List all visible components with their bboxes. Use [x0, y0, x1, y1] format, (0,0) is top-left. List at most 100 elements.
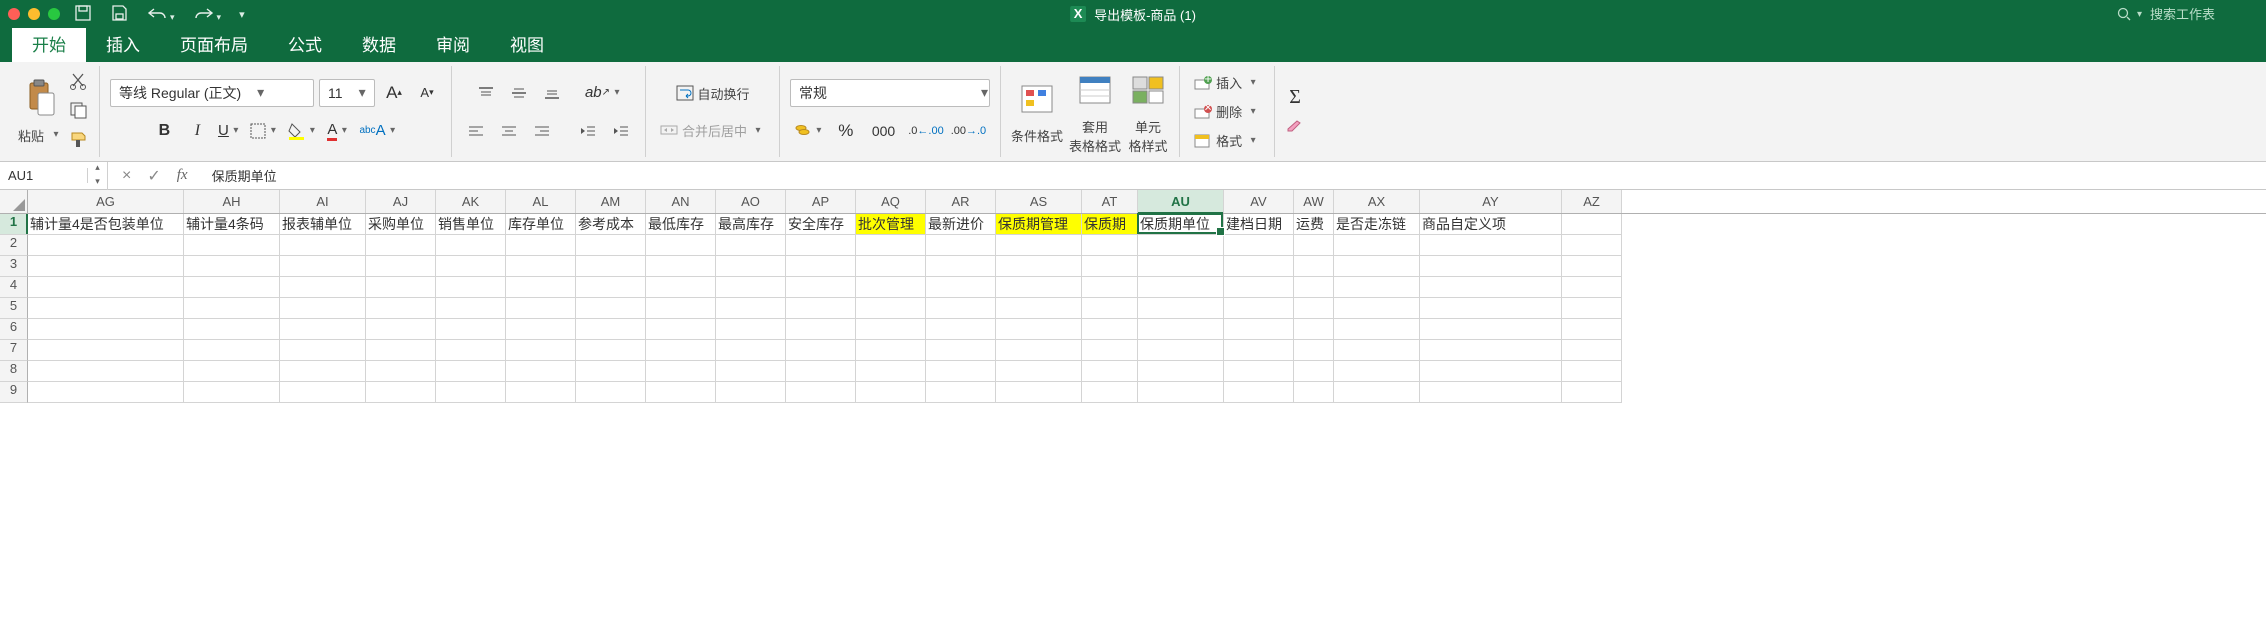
- cell-AR3[interactable]: [926, 256, 996, 277]
- align-middle-icon[interactable]: [505, 79, 533, 107]
- cell-AP9[interactable]: [786, 382, 856, 403]
- cell-AK3[interactable]: [436, 256, 506, 277]
- format-painter-icon[interactable]: [69, 130, 89, 151]
- row-header-4[interactable]: 4: [0, 277, 28, 298]
- cell-AX2[interactable]: [1334, 235, 1420, 256]
- cell-AX5[interactable]: [1334, 298, 1420, 319]
- column-header-AS[interactable]: AS: [996, 190, 1082, 213]
- column-header-AY[interactable]: AY: [1420, 190, 1562, 213]
- cell-AS8[interactable]: [996, 361, 1082, 382]
- cell-AR7[interactable]: [926, 340, 996, 361]
- cell-AS5[interactable]: [996, 298, 1082, 319]
- cancel-formula-icon[interactable]: ×: [122, 167, 131, 185]
- cell-AN9[interactable]: [646, 382, 716, 403]
- paste-dropdown-icon[interactable]: ▾: [49, 129, 63, 140]
- merge-center-button[interactable]: 合并后居中▾: [656, 119, 769, 142]
- tab-数据[interactable]: 数据: [342, 24, 416, 62]
- cell-AI3[interactable]: [280, 256, 366, 277]
- name-box-stepper[interactable]: ▴▾: [88, 162, 108, 190]
- cell-AJ2[interactable]: [366, 235, 436, 256]
- increase-decimal-icon[interactable]: .0←.00: [907, 117, 944, 145]
- cell-AO4[interactable]: [716, 277, 786, 298]
- cell-AT5[interactable]: [1082, 298, 1138, 319]
- cell-AX8[interactable]: [1334, 361, 1420, 382]
- cut-icon[interactable]: [69, 72, 89, 93]
- cell-AO1[interactable]: 最高库存: [716, 214, 786, 235]
- cell-AL7[interactable]: [506, 340, 576, 361]
- column-header-AZ[interactable]: AZ: [1562, 190, 1622, 213]
- tab-插入[interactable]: 插入: [86, 24, 160, 62]
- cell-AQ8[interactable]: [856, 361, 926, 382]
- delete-cells-button[interactable]: ×删除▾: [1190, 100, 1264, 123]
- cell-AY9[interactable]: [1420, 382, 1562, 403]
- cell-AO8[interactable]: [716, 361, 786, 382]
- column-header-AH[interactable]: AH: [184, 190, 280, 213]
- cell-AK1[interactable]: 销售单位: [436, 214, 506, 235]
- cell-AG6[interactable]: [28, 319, 184, 340]
- cell-AI5[interactable]: [280, 298, 366, 319]
- name-box[interactable]: AU1: [0, 168, 88, 183]
- decrease-decimal-icon[interactable]: .00→.0: [950, 117, 987, 145]
- maximize-window-icon[interactable]: [48, 8, 60, 20]
- fx-icon[interactable]: fx: [177, 167, 188, 184]
- decrease-font-icon[interactable]: A▾: [413, 79, 441, 107]
- cell-AW4[interactable]: [1294, 277, 1334, 298]
- cell-AQ5[interactable]: [856, 298, 926, 319]
- cell-AM1[interactable]: 参考成本: [576, 214, 646, 235]
- cell-AT6[interactable]: [1082, 319, 1138, 340]
- cell-AP3[interactable]: [786, 256, 856, 277]
- cell-AW2[interactable]: [1294, 235, 1334, 256]
- tab-公式[interactable]: 公式: [268, 24, 342, 62]
- cell-AJ9[interactable]: [366, 382, 436, 403]
- cell-AO7[interactable]: [716, 340, 786, 361]
- cell-AO5[interactable]: [716, 298, 786, 319]
- column-header-AT[interactable]: AT: [1082, 190, 1138, 213]
- column-header-AM[interactable]: AM: [576, 190, 646, 213]
- cell-AM8[interactable]: [576, 361, 646, 382]
- cell-AT9[interactable]: [1082, 382, 1138, 403]
- cell-AO6[interactable]: [716, 319, 786, 340]
- cell-AU5[interactable]: [1138, 298, 1224, 319]
- bold-button[interactable]: B: [150, 117, 178, 145]
- cell-AJ4[interactable]: [366, 277, 436, 298]
- cell-AI9[interactable]: [280, 382, 366, 403]
- column-header-AR[interactable]: AR: [926, 190, 996, 213]
- cell-AM6[interactable]: [576, 319, 646, 340]
- tab-审阅[interactable]: 审阅: [416, 24, 490, 62]
- cell-AH3[interactable]: [184, 256, 280, 277]
- cell-AU2[interactable]: [1138, 235, 1224, 256]
- cell-AK7[interactable]: [436, 340, 506, 361]
- cell-AH7[interactable]: [184, 340, 280, 361]
- cell-AW6[interactable]: [1294, 319, 1334, 340]
- align-left-icon[interactable]: [462, 117, 490, 145]
- cell-AR2[interactable]: [926, 235, 996, 256]
- cell-AO9[interactable]: [716, 382, 786, 403]
- underline-button[interactable]: U▾: [216, 117, 244, 145]
- cell-AW7[interactable]: [1294, 340, 1334, 361]
- cell-AV4[interactable]: [1224, 277, 1294, 298]
- cell-AX1[interactable]: 是否走冻链: [1334, 214, 1420, 235]
- number-format-select[interactable]: 常规▾: [790, 79, 990, 107]
- cell-AM2[interactable]: [576, 235, 646, 256]
- cell-AT3[interactable]: [1082, 256, 1138, 277]
- cell-AY6[interactable]: [1420, 319, 1562, 340]
- cell-AK5[interactable]: [436, 298, 506, 319]
- insert-cells-button[interactable]: +插入▾: [1190, 71, 1264, 94]
- cell-AP4[interactable]: [786, 277, 856, 298]
- cell-AU1[interactable]: 保质期单位: [1138, 214, 1224, 235]
- column-header-AV[interactable]: AV: [1224, 190, 1294, 213]
- cell-AT4[interactable]: [1082, 277, 1138, 298]
- cell-AG2[interactable]: [28, 235, 184, 256]
- cell-AV1[interactable]: 建档日期: [1224, 214, 1294, 235]
- cell-AZ8[interactable]: [1562, 361, 1622, 382]
- cell-AQ1[interactable]: 批次管理: [856, 214, 926, 235]
- cell-AQ3[interactable]: [856, 256, 926, 277]
- conditional-format-button[interactable]: 条件格式: [1011, 78, 1063, 145]
- cell-AG7[interactable]: [28, 340, 184, 361]
- cell-AL8[interactable]: [506, 361, 576, 382]
- cell-AK6[interactable]: [436, 319, 506, 340]
- cell-AG5[interactable]: [28, 298, 184, 319]
- cell-AW1[interactable]: 运费: [1294, 214, 1334, 235]
- minimize-window-icon[interactable]: [28, 8, 40, 20]
- cell-AI8[interactable]: [280, 361, 366, 382]
